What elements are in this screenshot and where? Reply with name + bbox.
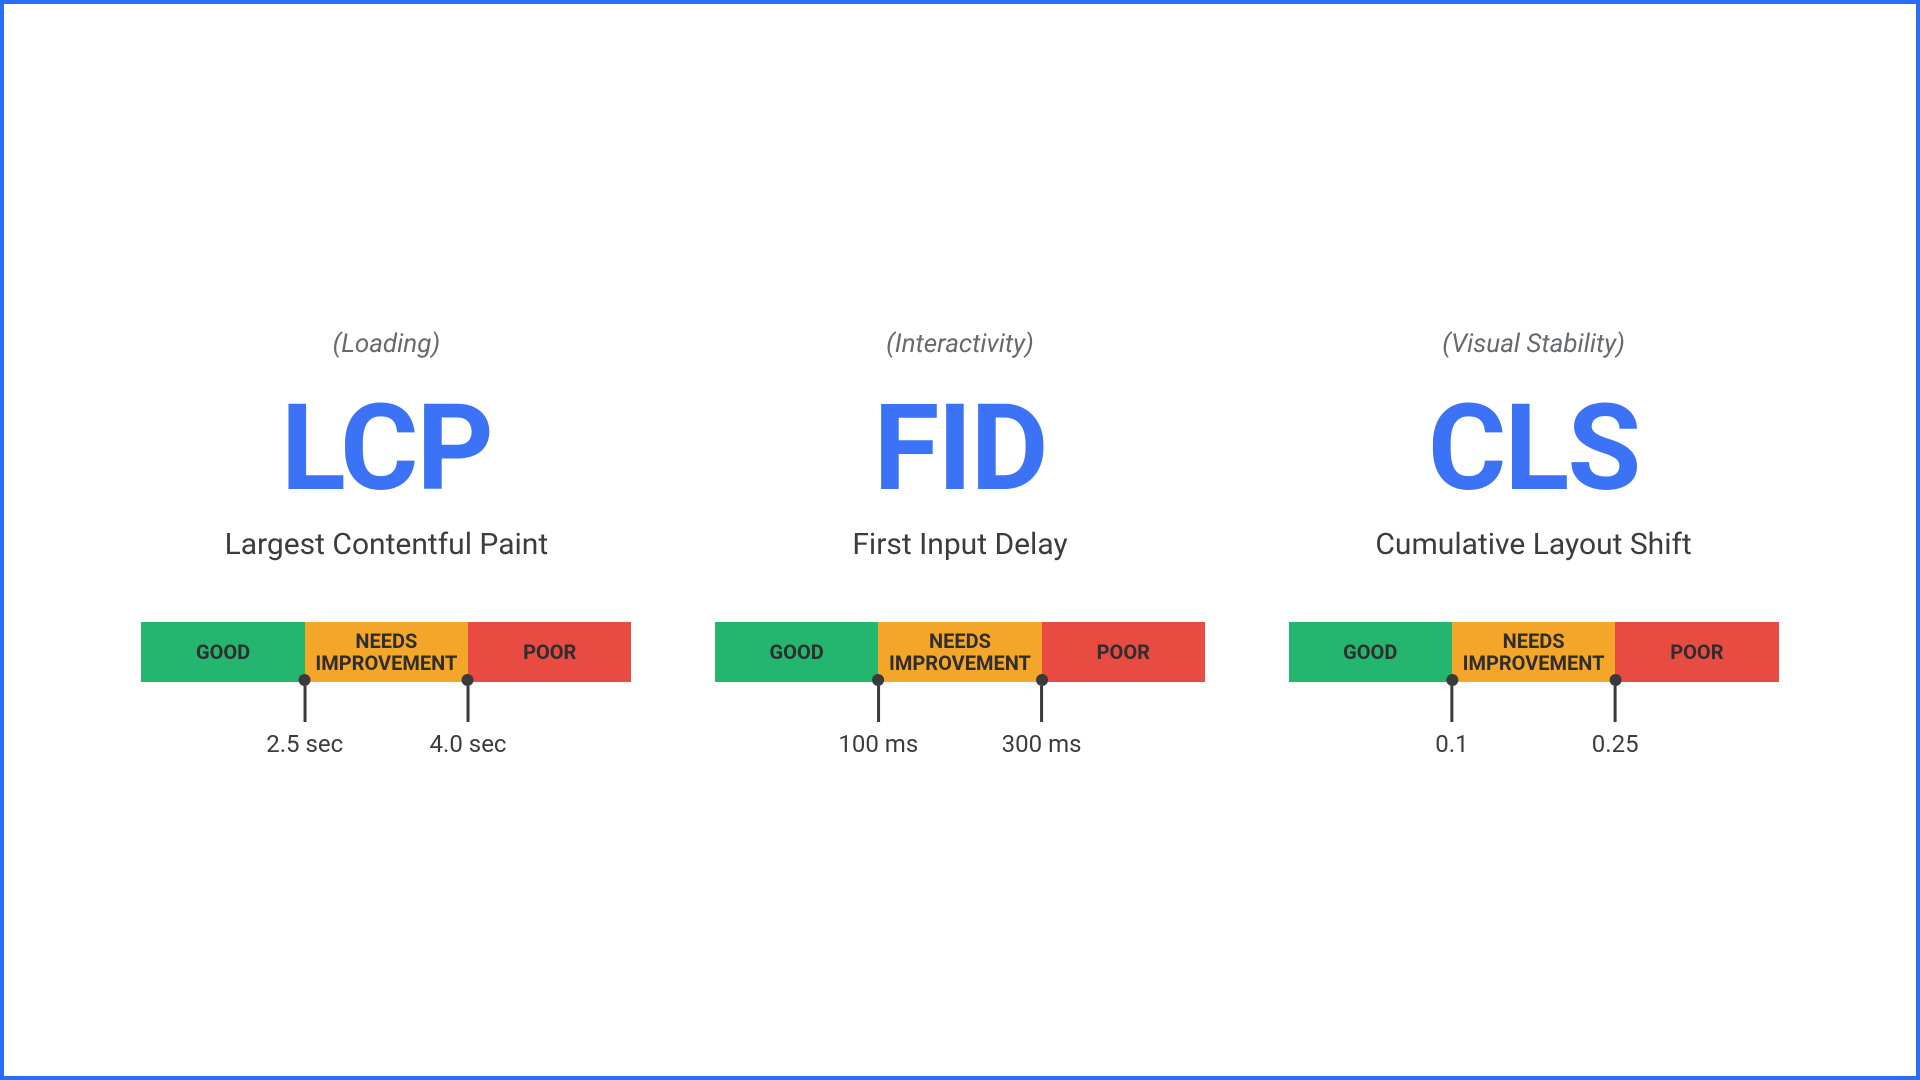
segment-poor: POOR (1615, 622, 1778, 682)
metric-name: First Input Delay (852, 527, 1067, 562)
metric-fid: (Interactivity) FID First Input Delay GO… (673, 329, 1247, 752)
threshold-tick-2: 4.0 sec (430, 674, 507, 758)
metric-cls: (Visual Stability) CLS Cumulative Layout… (1247, 329, 1821, 752)
segment-needs: NEEDS IMPROVEMENT (1452, 622, 1615, 682)
threshold-tick-2: 300 ms (1002, 674, 1082, 758)
threshold-value-1: 2.5 sec (266, 730, 343, 758)
segment-good: GOOD (1289, 622, 1452, 682)
metric-acronym: CLS (1428, 389, 1639, 509)
segment-poor: POOR (1042, 622, 1205, 682)
threshold-value-2: 0.25 (1592, 730, 1639, 758)
tick-dot-icon (872, 674, 884, 686)
metric-category: (Visual Stability) (1442, 329, 1625, 359)
threshold-ticks: 2.5 sec 4.0 sec (141, 682, 631, 752)
core-web-vitals-diagram: (Loading) LCP Largest Contentful Paint G… (0, 0, 1920, 1080)
threshold-tick-2: 0.25 (1592, 674, 1639, 758)
tick-dot-icon (299, 674, 311, 686)
metric-category: (Loading) (333, 329, 441, 359)
tick-stem (1040, 686, 1043, 722)
metrics-row: (Loading) LCP Largest Contentful Paint G… (100, 329, 1821, 752)
metric-acronym: FID (874, 389, 1047, 509)
metric-category: (Interactivity) (886, 329, 1034, 359)
segment-good: GOOD (141, 622, 304, 682)
tick-dot-icon (1609, 674, 1621, 686)
tick-stem (1450, 686, 1453, 722)
threshold-tick-1: 2.5 sec (266, 674, 343, 758)
tick-stem (1614, 686, 1617, 722)
threshold-bar: GOOD NEEDS IMPROVEMENT POOR (1289, 622, 1779, 682)
tick-stem (467, 686, 470, 722)
threshold-value-1: 100 ms (838, 730, 918, 758)
threshold-bar: GOOD NEEDS IMPROVEMENT POOR (715, 622, 1205, 682)
tick-stem (303, 686, 306, 722)
metric-name: Cumulative Layout Shift (1375, 527, 1691, 562)
segment-good: GOOD (715, 622, 878, 682)
metric-acronym: LCP (281, 389, 492, 509)
tick-dot-icon (1446, 674, 1458, 686)
tick-dot-icon (1036, 674, 1048, 686)
segment-poor: POOR (468, 622, 631, 682)
threshold-bar: GOOD NEEDS IMPROVEMENT POOR (141, 622, 631, 682)
segment-needs: NEEDS IMPROVEMENT (878, 622, 1041, 682)
metric-name: Largest Contentful Paint (225, 527, 549, 562)
threshold-tick-1: 100 ms (838, 674, 918, 758)
threshold-tick-1: 0.1 (1435, 674, 1468, 758)
tick-stem (877, 686, 880, 722)
threshold-ticks: 0.1 0.25 (1289, 682, 1779, 752)
threshold-value-2: 4.0 sec (430, 730, 507, 758)
threshold-value-2: 300 ms (1002, 730, 1082, 758)
threshold-value-1: 0.1 (1435, 730, 1468, 758)
segment-needs: NEEDS IMPROVEMENT (305, 622, 468, 682)
tick-dot-icon (462, 674, 474, 686)
metric-lcp: (Loading) LCP Largest Contentful Paint G… (100, 329, 674, 752)
threshold-ticks: 100 ms 300 ms (715, 682, 1205, 752)
